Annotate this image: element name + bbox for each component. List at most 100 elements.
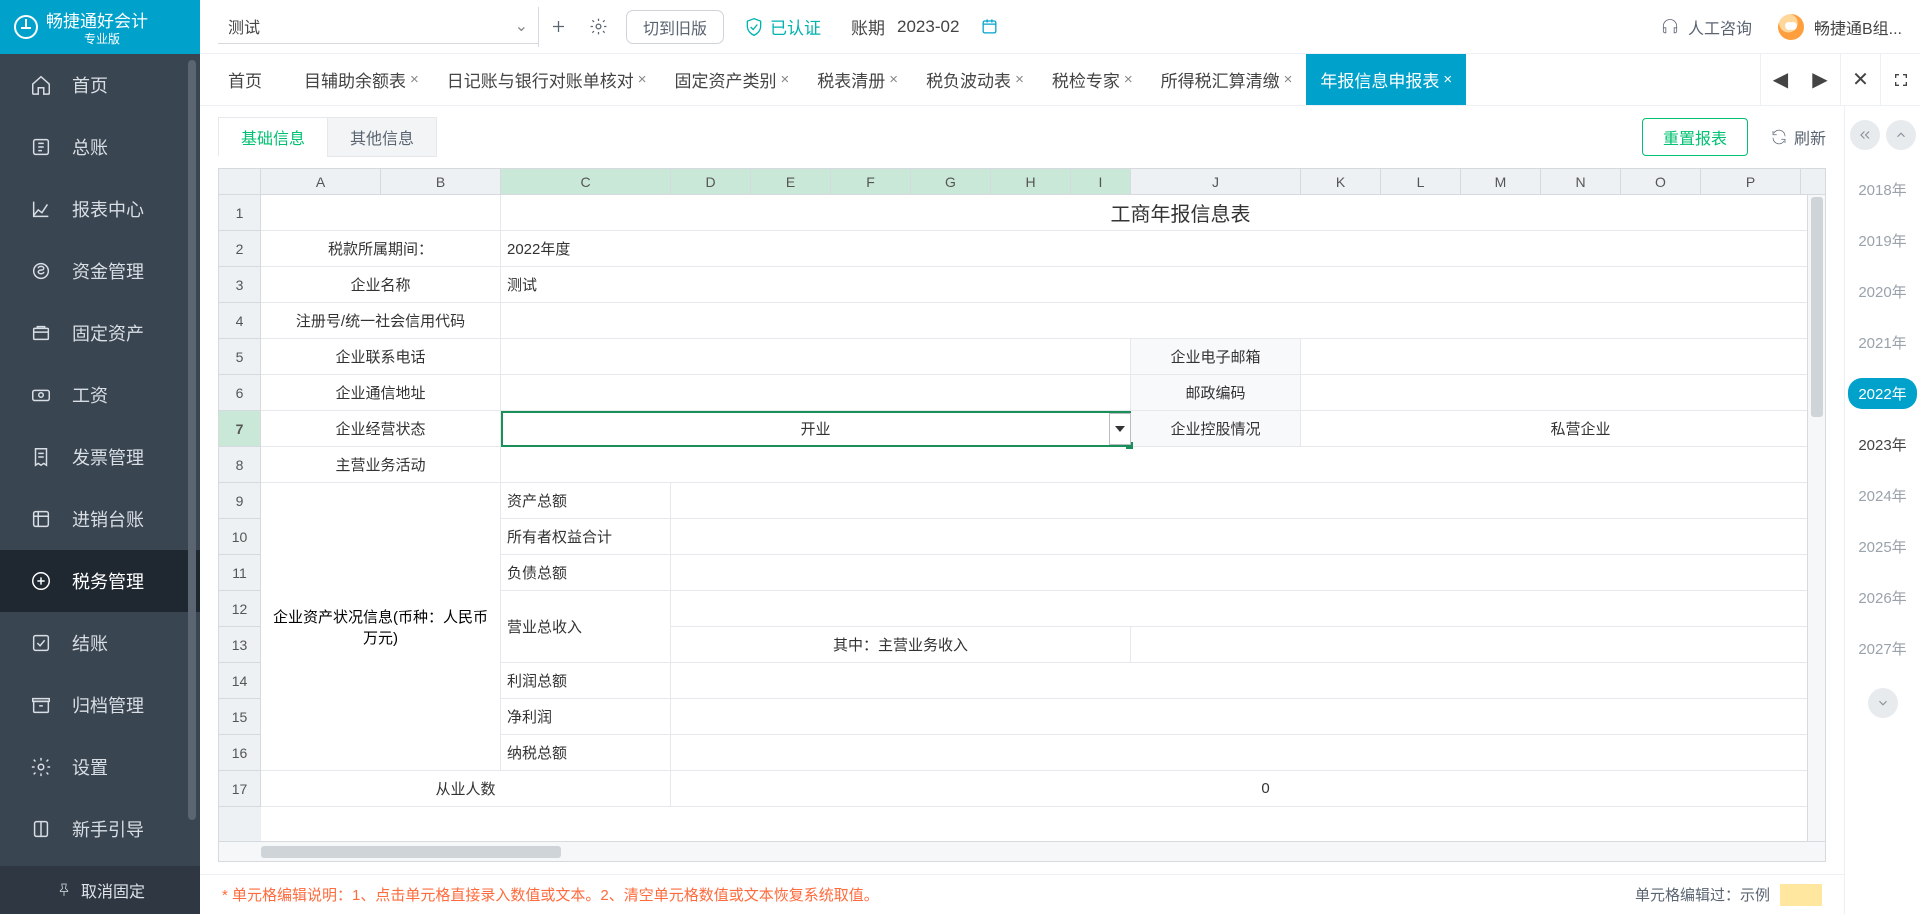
year-2021年[interactable]: 2021年 (1848, 327, 1916, 358)
sidebar-item-chart[interactable]: 报表中心 (0, 178, 200, 240)
val-status[interactable]: 开业 (501, 411, 1131, 447)
col-header-M[interactable]: M (1461, 169, 1541, 194)
row-header-1[interactable]: 1 (219, 195, 261, 231)
val-rev[interactable] (671, 591, 1825, 627)
sidebar-item-guide[interactable]: 新手引导 (0, 798, 200, 860)
val-mainrev[interactable] (1131, 627, 1825, 663)
val-addr[interactable] (501, 375, 1131, 411)
col-header-I[interactable]: I (1071, 169, 1131, 194)
val-email[interactable] (1301, 339, 1825, 375)
year-2025年[interactable]: 2025年 (1848, 531, 1916, 562)
row-header-10[interactable]: 10 (219, 519, 261, 555)
row-header-6[interactable]: 6 (219, 375, 261, 411)
sidebar-item-home[interactable]: 首页 (0, 54, 200, 116)
settings-top-button[interactable] (578, 7, 618, 47)
year-2023年[interactable]: 2023年 (1848, 429, 1916, 460)
row-header-14[interactable]: 14 (219, 663, 261, 699)
val-regno[interactable] (501, 303, 1825, 339)
val-mainbiz[interactable] (501, 447, 1825, 483)
year-2022年[interactable]: 2022年 (1848, 378, 1916, 409)
val-r10[interactable] (671, 519, 1825, 555)
row-header-16[interactable]: 16 (219, 735, 261, 771)
year-2020年[interactable]: 2020年 (1848, 276, 1916, 307)
row-header-11[interactable]: 11 (219, 555, 261, 591)
row-header-3[interactable]: 3 (219, 267, 261, 303)
col-header-G[interactable]: G (911, 169, 991, 194)
subtab-other[interactable]: 其他信息 (327, 117, 437, 157)
row-header-13[interactable]: 13 (219, 627, 261, 663)
tab-日记账与银行对账单核对[interactable]: 日记账与银行对账单核对 × (433, 54, 661, 105)
tab-close-icon[interactable]: × (410, 71, 419, 88)
sidebar-item-stock[interactable]: 进销台账 (0, 488, 200, 550)
tab-首页[interactable]: 首页 (200, 54, 290, 105)
row-header-7[interactable]: 7 (219, 411, 261, 447)
val-r16[interactable] (671, 735, 1825, 771)
sidebar-item-invoice[interactable]: 发票管理 (0, 426, 200, 488)
old-version-button[interactable]: 切到旧版 (626, 10, 724, 44)
tab-目辅助余额表[interactable]: 目辅助余额表 × (290, 54, 433, 105)
val-r14[interactable] (671, 663, 1825, 699)
tab-所得税汇算清缴[interactable]: 所得税汇算清缴 × (1147, 54, 1307, 105)
user-menu[interactable]: 畅捷通B组... (1778, 14, 1902, 40)
row-header-5[interactable]: 5 (219, 339, 261, 375)
year-2019年[interactable]: 2019年 (1848, 225, 1916, 256)
tab-close-icon[interactable]: × (1443, 71, 1452, 88)
val-r15[interactable] (671, 699, 1825, 735)
sidebar-item-close[interactable]: 结账 (0, 612, 200, 674)
row-header-4[interactable]: 4 (219, 303, 261, 339)
tab-close-icon[interactable]: × (1284, 71, 1293, 88)
col-header-E[interactable]: E (751, 169, 831, 194)
col-header-Q[interactable]: Q (1801, 169, 1826, 194)
val-r11[interactable] (671, 555, 1825, 591)
col-header-A[interactable]: A (261, 169, 381, 194)
unpin-button[interactable]: 取消固定 (0, 866, 200, 914)
sidebar-item-tax[interactable]: 税务管理 (0, 550, 200, 612)
sidebar-item-archive[interactable]: 归档管理 (0, 674, 200, 736)
val-zip[interactable] (1301, 375, 1825, 411)
val-r9[interactable] (671, 483, 1825, 519)
year-2018年[interactable]: 2018年 (1848, 174, 1916, 205)
val-company[interactable]: 测试 (501, 267, 1825, 303)
tab-fullscreen[interactable] (1880, 54, 1920, 105)
period-val[interactable]: 2022年度 (501, 231, 1825, 267)
sidebar-item-salary[interactable]: 工资 (0, 364, 200, 426)
subtab-basic[interactable]: 基础信息 (218, 117, 328, 157)
year-2024年[interactable]: 2024年 (1848, 480, 1916, 511)
row-header-12[interactable]: 12 (219, 591, 261, 627)
col-header-H[interactable]: H (991, 169, 1071, 194)
sidebar-item-ledger[interactable]: 总账 (0, 116, 200, 178)
sidebar-scrollbar[interactable] (188, 60, 198, 880)
year-collapse-button[interactable] (1850, 120, 1880, 150)
row-header-9[interactable]: 9 (219, 483, 261, 519)
tab-年报信息申报表[interactable]: 年报信息申报表 × (1306, 54, 1466, 105)
col-header-C[interactable]: C (501, 169, 671, 194)
period-value[interactable]: 2023-02 (897, 17, 959, 37)
col-header-D[interactable]: D (671, 169, 751, 194)
col-header-P[interactable]: P (1701, 169, 1801, 194)
cell-dropdown-button[interactable] (1109, 413, 1131, 445)
val-holding[interactable]: 私营企业 (1301, 411, 1825, 447)
calendar-button[interactable] (969, 7, 1009, 47)
add-button[interactable] (538, 7, 578, 47)
col-header-J[interactable]: J (1131, 169, 1301, 194)
tab-scroll-left[interactable]: ◀ (1760, 54, 1800, 105)
refresh-button[interactable]: 刷新 (1770, 125, 1826, 149)
val-emp[interactable]: 0 (671, 771, 1825, 807)
tab-close-icon[interactable]: × (1124, 71, 1133, 88)
consult-button[interactable]: 人工咨询 (1660, 15, 1752, 39)
spreadsheet[interactable]: ABCDEFGHIJKLMNOPQ 1234567891011121314151… (218, 168, 1826, 862)
select-all-corner[interactable] (219, 169, 261, 194)
tab-税负波动表[interactable]: 税负波动表 × (912, 54, 1038, 105)
year-up-button[interactable] (1886, 120, 1916, 150)
sidebar-item-fund[interactable]: 资金管理 (0, 240, 200, 302)
tab-close-icon[interactable]: × (889, 71, 898, 88)
year-down-button[interactable] (1868, 688, 1898, 718)
vertical-scrollbar[interactable] (1807, 195, 1825, 841)
row-header-8[interactable]: 8 (219, 447, 261, 483)
col-header-B[interactable]: B (381, 169, 501, 194)
sidebar-item-settings[interactable]: 设置 (0, 736, 200, 798)
sidebar-item-asset[interactable]: 固定资产 (0, 302, 200, 364)
tab-close-icon[interactable]: × (638, 71, 647, 88)
col-header-O[interactable]: O (1621, 169, 1701, 194)
col-header-N[interactable]: N (1541, 169, 1621, 194)
